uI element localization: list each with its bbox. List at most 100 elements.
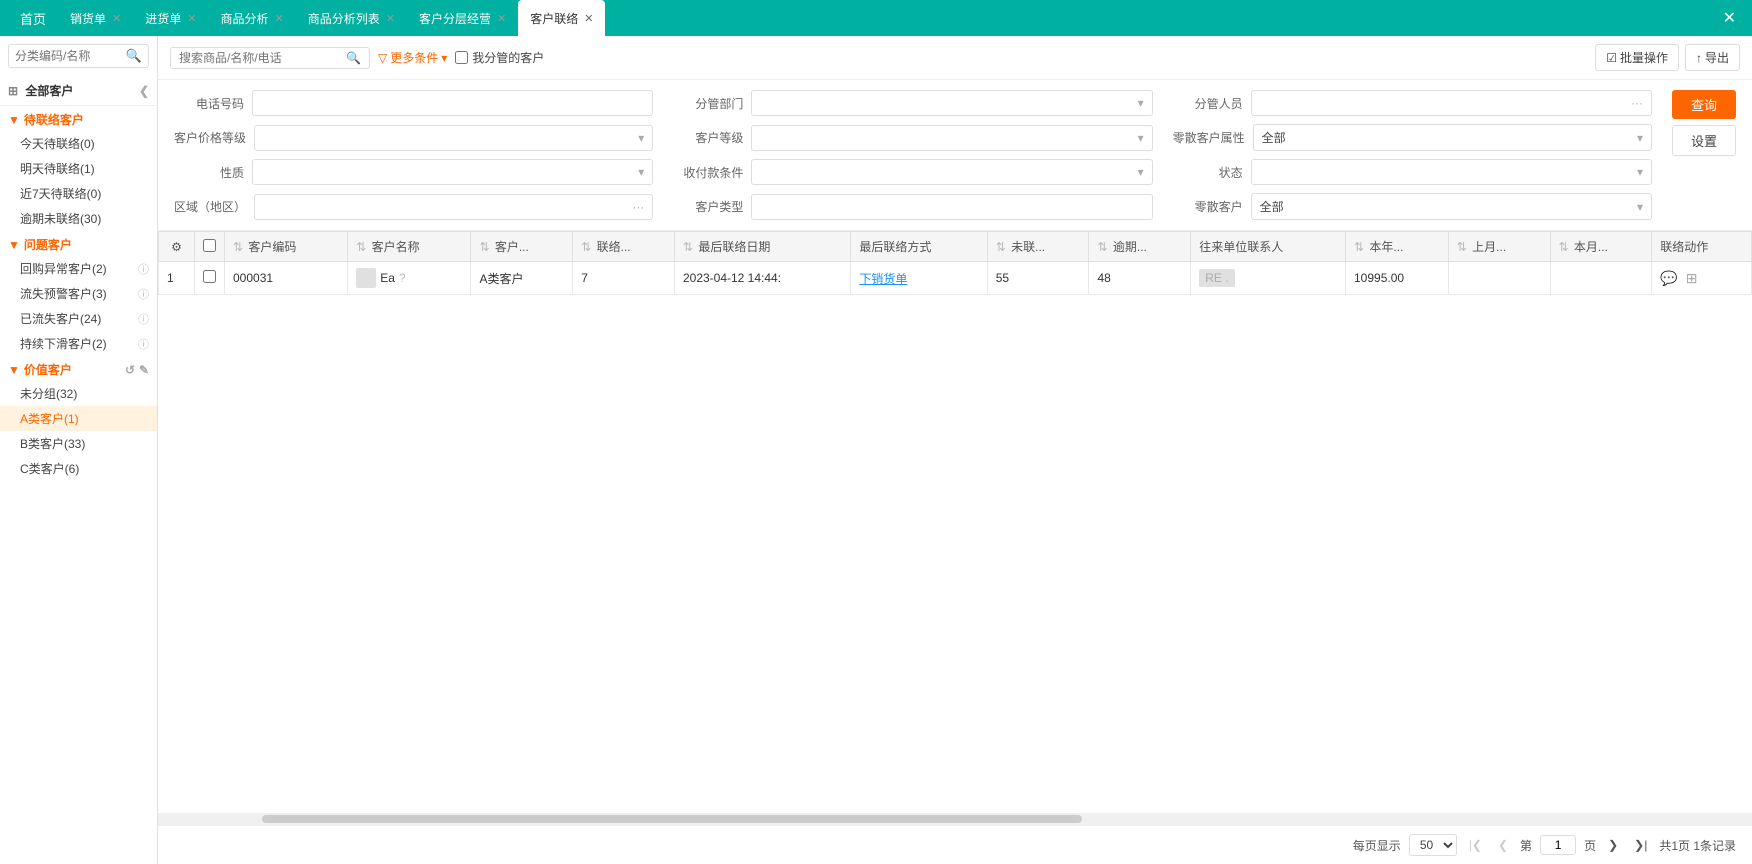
scrollbar-thumb[interactable] — [262, 815, 1082, 823]
more-filters-button[interactable]: ▽ 更多条件 ▾ — [378, 49, 447, 66]
my-customer-check[interactable] — [455, 51, 468, 64]
filter-bar: 🔍 ▽ 更多条件 ▾ 我分管的客户 ☑ 批量操作 — [158, 36, 1752, 80]
sidebar-item-today-pending[interactable]: 今天待联络(0) — [0, 131, 157, 156]
sort-icon[interactable]: ⇅ — [356, 240, 366, 254]
row-checkbox[interactable] — [203, 270, 216, 283]
sort-icon[interactable]: ⇅ — [581, 240, 591, 254]
sort-icon[interactable]: ⇅ — [479, 240, 489, 254]
td-last-way[interactable]: 下销货单 — [851, 262, 987, 295]
filter-search-input[interactable] — [179, 51, 346, 65]
nav-product-analysis-list[interactable]: 商品分析列表 ✕ — [296, 0, 407, 36]
sidebar-item-churn-warning[interactable]: 流失预警客户(3) ⓘ — [0, 281, 157, 306]
sidebar-item-class-a[interactable]: A类客户(1) — [0, 406, 157, 431]
advanced-filter-panel: 电话号码 分管部门 ▾ — [158, 80, 1752, 231]
sidebar-item-tomorrow-pending[interactable]: 明天待联络(1) — [0, 156, 157, 181]
sidebar-item-class-c[interactable]: C类客户(6) — [0, 456, 157, 481]
filter-dept: 分管部门 ▾ — [673, 90, 1152, 116]
sidebar-search-input[interactable] — [15, 49, 126, 63]
grid-icon: ⊞ — [8, 84, 18, 98]
collapse-icon[interactable]: ❮ — [139, 84, 149, 98]
sort-icon[interactable]: ⇅ — [996, 240, 1006, 254]
export-button[interactable]: ↑ 导出 — [1685, 44, 1740, 71]
select-all-checkbox[interactable] — [203, 239, 216, 252]
close-icon[interactable]: ✕ — [584, 12, 593, 25]
close-all-button[interactable]: ✕ — [1715, 8, 1744, 28]
td-unit-contact: RE . — [1191, 262, 1346, 295]
price-level-input[interactable]: ▾ — [254, 125, 653, 151]
sidebar-group-value[interactable]: ▼ 价值客户 ↺ ✎ — [0, 356, 157, 381]
sort-icon[interactable]: ⇅ — [683, 240, 693, 254]
sidebar-all-customers-header[interactable]: ⊞ 全部客户 ❮ — [0, 76, 157, 106]
region-input[interactable]: ··· — [254, 194, 653, 220]
sidebar-item-overdue-pending[interactable]: 逾期未联络(30) — [0, 206, 157, 231]
retail-customer-input[interactable]: 全部 ▾ — [1251, 193, 1652, 220]
sort-icon[interactable]: ⇅ — [1354, 240, 1364, 254]
customer-type-input[interactable] — [751, 194, 1152, 220]
close-icon[interactable]: ✕ — [187, 12, 196, 25]
customer-level-input[interactable]: ▾ — [751, 125, 1152, 151]
filter-price-level: 客户价格等级 ▾ — [174, 125, 653, 151]
status-input[interactable]: ▾ — [1251, 159, 1652, 185]
customer-table: ⚙ ⇅ 客户编码 ⇅ 客户名称 — [158, 231, 1752, 295]
prev-page-button[interactable]: ❮ — [1494, 836, 1512, 854]
nav-home[interactable]: 首页 — [8, 0, 58, 36]
grid-action-icon[interactable]: ⊞ — [1686, 270, 1698, 287]
nav-customer-tier[interactable]: 客户分层经营 ✕ — [407, 0, 518, 36]
page-size-select[interactable]: 50 — [1409, 834, 1457, 856]
manager-input[interactable]: ··· — [1251, 90, 1652, 116]
close-icon[interactable]: ✕ — [112, 12, 121, 25]
filter-manager: 分管人员 ··· — [1173, 90, 1652, 116]
first-page-button[interactable]: |❮ — [1465, 836, 1486, 854]
payment-input[interactable]: ▾ — [751, 159, 1152, 185]
close-icon[interactable]: ✕ — [275, 12, 284, 25]
sidebar-item-declining[interactable]: 持续下滑客户(2) ⓘ — [0, 331, 157, 356]
batch-operation-button[interactable]: ☑ 批量操作 — [1595, 44, 1679, 71]
sidebar-item-churned[interactable]: 已流失客户(24) ⓘ — [0, 306, 157, 331]
retail-attr-input[interactable]: 全部 ▾ — [1253, 124, 1652, 151]
query-button[interactable]: 查询 — [1672, 90, 1736, 119]
dropdown-icon: ▾ — [638, 131, 644, 145]
filter-customer-type: 客户类型 — [673, 194, 1152, 220]
edit-icon[interactable]: ✎ — [139, 363, 149, 377]
sort-icon[interactable]: ⇅ — [1457, 240, 1467, 254]
table-header-row: ⚙ ⇅ 客户编码 ⇅ 客户名称 — [159, 232, 1752, 262]
sidebar-item-unclassified[interactable]: 未分组(32) — [0, 381, 157, 406]
th-last-date: ⇅ 最后联络日期 — [674, 232, 850, 262]
th-checkbox[interactable] — [195, 232, 225, 262]
nav-sales-order[interactable]: 销货单 ✕ — [58, 0, 133, 36]
page-input[interactable] — [1540, 835, 1576, 855]
th-this-month: ⇅ 本月... — [1550, 232, 1652, 262]
close-icon[interactable]: ✕ — [386, 12, 395, 25]
filter-region: 区域（地区） ··· — [174, 194, 653, 220]
dept-input[interactable]: ▾ — [751, 90, 1152, 116]
my-customer-checkbox[interactable]: 我分管的客户 — [455, 49, 544, 66]
next-page-button[interactable]: ❯ — [1604, 836, 1622, 854]
nav-purchase-order[interactable]: 进货单 ✕ — [133, 0, 208, 36]
nature-input[interactable]: ▾ — [252, 159, 653, 185]
last-page-button[interactable]: ❯| — [1630, 836, 1651, 854]
close-icon[interactable]: ✕ — [497, 12, 506, 25]
nav-product-analysis[interactable]: 商品分析 ✕ — [208, 0, 295, 36]
sidebar-item-repurchase-abnormal[interactable]: 回购异常客户(2) ⓘ — [0, 256, 157, 281]
dropdown-icon: ▾ — [1637, 200, 1643, 214]
sidebar-item-7day-pending[interactable]: 近7天待联络(0) — [0, 181, 157, 206]
horizontal-scrollbar[interactable] — [158, 813, 1752, 825]
info-icon: ⓘ — [138, 261, 149, 277]
phone-input[interactable] — [252, 90, 653, 116]
filter-retail-customer: 零散客户 全部 ▾ — [1173, 193, 1652, 220]
settings-button[interactable]: 设置 — [1672, 125, 1736, 156]
sidebar-item-class-b[interactable]: B类客户(33) — [0, 431, 157, 456]
nav-customer-contact[interactable]: 客户联络 ✕ — [518, 0, 605, 36]
td-checkbox[interactable] — [195, 262, 225, 295]
chat-icon[interactable]: 💬 — [1660, 270, 1677, 287]
sort-icon[interactable]: ⇅ — [1097, 240, 1107, 254]
th-settings-gear[interactable]: ⚙ — [159, 232, 195, 262]
filter-search-box[interactable]: 🔍 — [170, 47, 370, 69]
customer-table-area: ⚙ ⇅ 客户编码 ⇅ 客户名称 — [158, 231, 1752, 813]
sidebar-search-box[interactable]: 🔍 — [8, 44, 149, 68]
sort-icon[interactable]: ⇅ — [1559, 240, 1569, 254]
sidebar-group-problem[interactable]: ▼ 问题客户 — [0, 231, 157, 256]
sidebar-group-pending[interactable]: ▼ 待联络客户 — [0, 106, 157, 131]
refresh-icon[interactable]: ↺ — [125, 363, 135, 377]
sort-icon[interactable]: ⇅ — [233, 240, 243, 254]
